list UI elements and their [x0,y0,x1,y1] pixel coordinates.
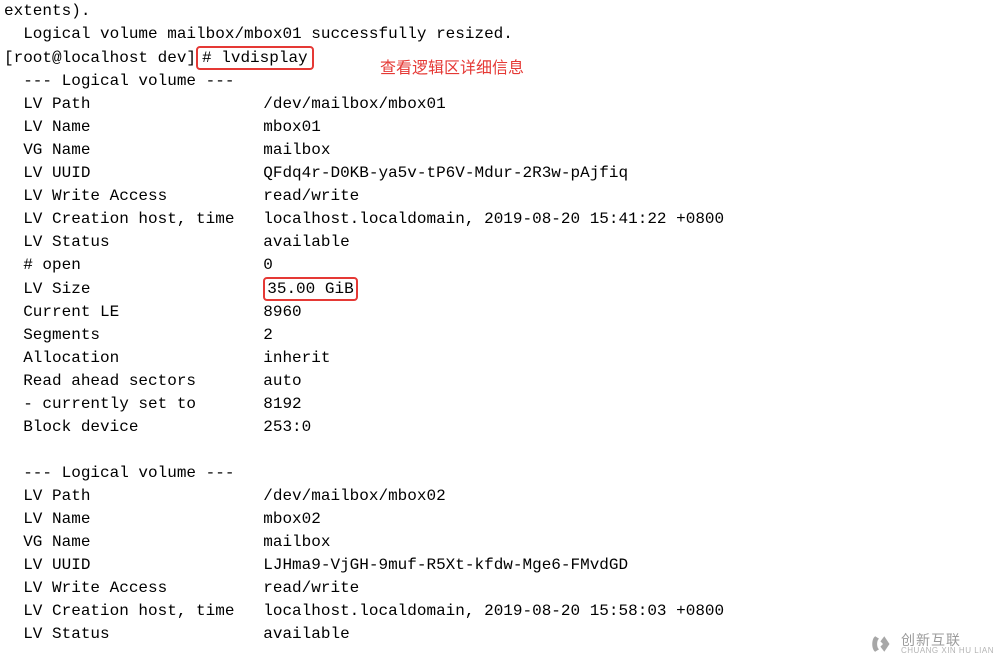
lv-field-value: available [263,625,349,643]
lv-field-row: - currently set to 8192 [4,393,986,416]
lv-field-key: - currently set to [4,395,263,413]
output-line: Logical volume mailbox/mbox01 successful… [4,23,986,46]
lv-field-key: LV Path [4,487,263,505]
lv-field-key: LV Status [4,233,263,251]
lv-field-key: LV Write Access [4,579,263,597]
highlighted-command: # lvdisplay [196,46,314,70]
lv-field-row: LV UUID LJHma9-VjGH-9muf-R5Xt-kfdw-Mge6-… [4,554,986,577]
lv-field-value-highlighted: 35.00 GiB [263,277,357,301]
lv-field-key: LV Name [4,118,263,136]
lv-field-row: LV Size 35.00 GiB [4,277,986,301]
lv-field-value: /dev/mailbox/mbox01 [263,95,445,113]
lv-field-row: Segments 2 [4,324,986,347]
lv-field-row: Read ahead sectors auto [4,370,986,393]
lv-field-row: Block device 253:0 [4,416,986,439]
lv-field-value: 0 [263,256,273,274]
lv-field-value: mailbox [263,533,330,551]
lv-field-key: LV UUID [4,164,263,182]
lv-field-key: LV Status [4,625,263,643]
lv-field-value: 8192 [263,395,301,413]
lv-field-row: # open 0 [4,254,986,277]
lv-field-row: LV Name mbox01 [4,116,986,139]
lv-field-row: Current LE 8960 [4,301,986,324]
lv-field-row: VG Name mailbox [4,531,986,554]
watermark-logo-icon [869,632,897,656]
lv-field-key: LV UUID [4,556,263,574]
lv-field-row: LV Write Access read/write [4,577,986,600]
watermark-text-en: CHUANG XIN HU LIAN [901,647,994,655]
lv-field-value: 8960 [263,303,301,321]
lv-field-key: LV Name [4,510,263,528]
lv-field-key: Current LE [4,303,263,321]
shell-prompt: [root@localhost dev] [4,49,196,67]
lv-field-key: Segments [4,326,263,344]
lv-field-key: VG Name [4,533,263,551]
lv-field-row: LV Path /dev/mailbox/mbox01 [4,93,986,116]
watermark: 创新互联 CHUANG XIN HU LIAN [867,630,996,658]
lv-field-value: localhost.localdomain, 2019-08-20 15:58:… [263,602,724,620]
lv-field-row: LV Status available [4,623,986,646]
lv-field-value: 2 [263,326,273,344]
lv-field-row: LV UUID QFdq4r-D0KB-ya5v-tP6V-Mdur-2R3w-… [4,162,986,185]
lv-field-row: LV Write Access read/write [4,185,986,208]
lv-field-value: mbox02 [263,510,321,528]
lv-field-key: LV Size [4,280,263,298]
lv-field-key: LV Write Access [4,187,263,205]
lv-field-row: LV Path /dev/mailbox/mbox02 [4,485,986,508]
lv-field-key: VG Name [4,141,263,159]
lv-field-value: read/write [263,187,359,205]
lv-field-value: /dev/mailbox/mbox02 [263,487,445,505]
lv-field-value: 253:0 [263,418,311,436]
watermark-text-cn: 创新互联 [901,633,994,647]
lv-field-value: QFdq4r-D0KB-ya5v-tP6V-Mdur-2R3w-pAjfiq [263,164,628,182]
lv-field-value: mailbox [263,141,330,159]
lv-field-value: read/write [263,579,359,597]
lv-field-value: localhost.localdomain, 2019-08-20 15:41:… [263,210,724,228]
lv-field-row: LV Creation host, time localhost.localdo… [4,208,986,231]
lv-field-value: available [263,233,349,251]
lv-field-key: Block device [4,418,263,436]
lv-field-value: inherit [263,349,330,367]
lv-field-row: VG Name mailbox [4,139,986,162]
lv-field-value: LJHma9-VjGH-9muf-R5Xt-kfdw-Mge6-FMvdGD [263,556,628,574]
scroll-filler [4,646,986,664]
lv-field-key: # open [4,256,263,274]
lv-field-row: LV Name mbox02 [4,508,986,531]
lv-field-key: LV Path [4,95,263,113]
lv-field-key: LV Creation host, time [4,210,263,228]
lv-field-row: LV Status available [4,231,986,254]
annotation-text: 查看逻辑区详细信息 [380,57,524,80]
terminal-viewport[interactable]: extents). Logical volume mailbox/mbox01 … [0,0,986,664]
lv-field-value: auto [263,372,301,390]
lv-field-key: Read ahead sectors [4,372,263,390]
lv-field-row: LV Creation host, time localhost.localdo… [4,600,986,623]
output-line: extents). [4,0,986,23]
lv-field-key: LV Creation host, time [4,602,263,620]
lv-field-value: mbox01 [263,118,321,136]
lv-header: --- Logical volume --- [4,462,986,485]
lv-field-row: Allocation inherit [4,347,986,370]
lv-field-key: Allocation [4,349,263,367]
blank-line [4,439,986,462]
